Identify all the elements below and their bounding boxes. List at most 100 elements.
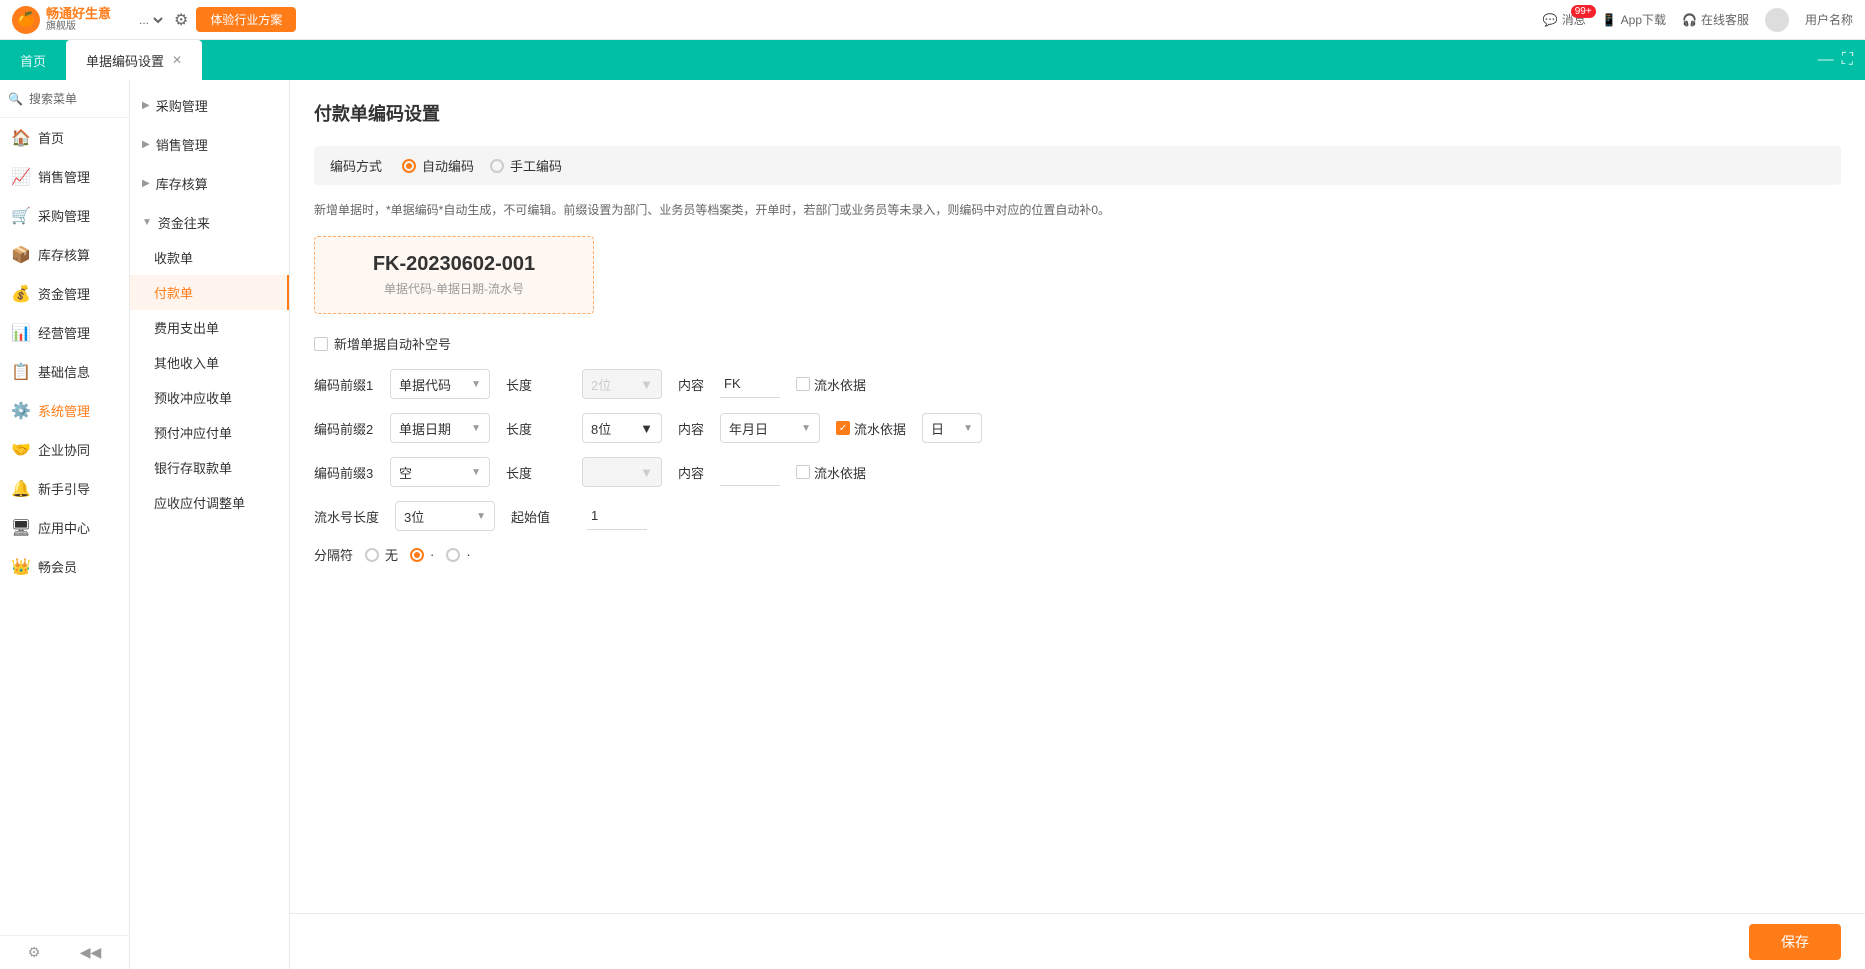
serial3-checkbox[interactable] (796, 465, 810, 479)
sidebar-item-guide[interactable]: 🔔 新手引导 (0, 469, 129, 508)
content3-label: 内容 (678, 463, 704, 482)
collapse-button[interactable]: ◀◀ (80, 944, 102, 961)
sidebar-item-inventory[interactable]: 📦 库存核算 (0, 235, 129, 274)
hint-text: 新增单据时，*单据编码*自动生成，不可编辑。前缀设置为部门、业务员等档案类，开单… (314, 201, 1841, 220)
auto-fill-row: 新增单据自动补空号 (314, 334, 1841, 353)
tab-bar: 首页 单据编码设置 ✕ — ⛶ (0, 40, 1865, 80)
sidebar-item-system[interactable]: ⚙️ 系统管理 (0, 391, 129, 430)
sub-group-sales-title[interactable]: ▶ 销售管理 (130, 127, 289, 162)
online-service-item[interactable]: 🎧 在线客服 (1682, 11, 1749, 28)
message-item[interactable]: 💬 消息 99+ (1543, 11, 1586, 28)
sidebar-item-basic[interactable]: 📋 基础信息 (0, 352, 129, 391)
content3-value (720, 458, 780, 486)
sub-sidebar: ▶ 采购管理 ▶ 销售管理 ▶ 库存核算 ▼ 资金往来 收款单 (130, 80, 290, 969)
prefix2-select[interactable]: 单据日期 ▼ (390, 413, 490, 443)
inventory-icon: 📦 (12, 246, 30, 264)
auto-encode-radio[interactable] (402, 159, 416, 173)
start-value-label: 起始值 (511, 507, 571, 526)
sidebar-item-business[interactable]: 📊 经营管理 (0, 313, 129, 352)
save-button[interactable]: 保存 (1749, 924, 1841, 960)
content2-label: 内容 (678, 419, 704, 438)
manual-encode-radio[interactable] (490, 159, 504, 173)
prefix3-select[interactable]: 空 ▼ (390, 457, 490, 487)
start-value-input[interactable]: 1 (587, 502, 647, 530)
sub-menu-item-adjust[interactable]: 应收应付调整单 (130, 485, 289, 520)
page-title: 付款单编码设置 (314, 100, 1841, 126)
day-select[interactable]: 日 ▼ (922, 413, 982, 443)
settings-button[interactable]: ⚙ (28, 944, 41, 961)
trial-button[interactable]: 体验行业方案 (196, 7, 296, 32)
content-footer: 保存 (290, 913, 1865, 969)
sub-group-capital-title[interactable]: ▼ 资金往来 (130, 205, 289, 240)
sub-group-purchase-title[interactable]: ▶ 采购管理 (130, 88, 289, 123)
sidebar-item-label: 新手引导 (38, 479, 90, 498)
sub-group-sales: ▶ 销售管理 (130, 127, 289, 162)
download-icon: 📱 (1602, 13, 1617, 27)
breadcrumb-select[interactable]: ... (135, 12, 166, 28)
chevron-down-icon9: ▼ (476, 511, 486, 522)
tab-encode-settings[interactable]: 单据编码设置 ✕ (66, 40, 202, 80)
serial3-label: 流水依据 (814, 463, 866, 482)
sidebar-item-label: 采购管理 (38, 206, 90, 225)
sidebar-search[interactable]: 🔍 搜索菜单 (0, 80, 129, 118)
sub-menu-item-other-income[interactable]: 其他收入单 (130, 345, 289, 380)
sep-none-radio[interactable] (365, 548, 379, 562)
separator-options: 无 · · (365, 545, 471, 564)
serial2-label: 流水依据 (854, 419, 906, 438)
sidebar-item-label: 基础信息 (38, 362, 90, 381)
sidebar-item-label: 畅会员 (38, 557, 77, 576)
purchase-icon: 🛒 (12, 207, 30, 225)
sub-menu-item-pre-receivable[interactable]: 预收冲应收单 (130, 380, 289, 415)
sep-dash-radio[interactable] (446, 548, 460, 562)
sidebar-item-collab[interactable]: 🤝 企业协同 (0, 430, 129, 469)
sep-none-option[interactable]: 无 (365, 545, 398, 564)
auto-fill-label: 新增单据自动补空号 (334, 334, 451, 353)
gear-button[interactable]: ⚙ (174, 10, 188, 30)
business-icon: 📊 (12, 324, 30, 342)
arrow-right-icon3: ▶ (142, 178, 150, 189)
sep-dash-option[interactable]: · (446, 547, 470, 562)
serial-length-select[interactable]: 3位 ▼ (395, 501, 495, 531)
serial1-checkbox[interactable] (796, 377, 810, 391)
auto-fill-checkbox[interactable] (314, 337, 328, 351)
content2-select[interactable]: 年月日 ▼ (720, 413, 820, 443)
prefix1-select[interactable]: 单据代码 ▼ (390, 369, 490, 399)
sub-menu-item-bank[interactable]: 银行存取款单 (130, 450, 289, 485)
length3-select: ▼ (582, 457, 662, 487)
sidebar-item-purchase[interactable]: 🛒 采购管理 (0, 196, 129, 235)
chevron-down-icon4: ▼ (640, 421, 653, 436)
sub-menu-item-payment[interactable]: 付款单 (130, 275, 289, 310)
sidebar-item-label: 销售管理 (38, 167, 90, 186)
headset-icon: 🎧 (1682, 13, 1697, 27)
tab-close-button[interactable]: ✕ (172, 53, 182, 67)
sub-menu-item-pre-payable[interactable]: 预付冲应付单 (130, 415, 289, 450)
sub-group-inventory-title[interactable]: ▶ 库存核算 (130, 166, 289, 201)
sub-menu-item-expense[interactable]: 费用支出单 (130, 310, 289, 345)
avatar (1765, 8, 1789, 32)
top-nav: ... ⚙ 体验行业方案 (135, 7, 296, 32)
tab-home[interactable]: 首页 (0, 40, 66, 80)
sidebar-item-member[interactable]: 👑 畅会员 (0, 547, 129, 586)
length2-select[interactable]: 8位 ▼ (582, 413, 662, 443)
tab-minimize-button[interactable]: — (1818, 51, 1834, 69)
manual-encode-option[interactable]: 手工编码 (490, 156, 562, 175)
sep-dot-radio[interactable] (410, 548, 424, 562)
serial1-label: 流水依据 (814, 375, 866, 394)
sidebar-item-sales[interactable]: 📈 销售管理 (0, 157, 129, 196)
preview-desc: 单据代码-单据日期-流水号 (339, 280, 569, 297)
app-download-item[interactable]: 📱 App下载 (1602, 11, 1666, 28)
serial2-checkbox[interactable] (836, 421, 850, 435)
preview-box: FK-20230602-001 单据代码-单据日期-流水号 (314, 236, 594, 314)
sidebar-item-finance[interactable]: 💰 资金管理 (0, 274, 129, 313)
sub-menu-item-receipt[interactable]: 收款单 (130, 240, 289, 275)
sidebar-item-apps[interactable]: 🖥 应用中心 (0, 508, 129, 547)
length3-label: 长度 (506, 463, 566, 482)
auto-encode-option[interactable]: 自动编码 (402, 156, 474, 175)
chevron-down-icon7: ▼ (471, 467, 481, 478)
sidebar-item-home[interactable]: 🏠 首页 (0, 118, 129, 157)
chevron-down-icon: ▼ (471, 379, 481, 390)
sep-dot-option[interactable]: · (410, 547, 434, 562)
tab-maximize-button[interactable]: ⛶ (1842, 51, 1853, 69)
encode-mode-bar: 编码方式 自动编码 手工编码 (314, 146, 1841, 185)
user-name: 用户名称 (1805, 11, 1853, 28)
